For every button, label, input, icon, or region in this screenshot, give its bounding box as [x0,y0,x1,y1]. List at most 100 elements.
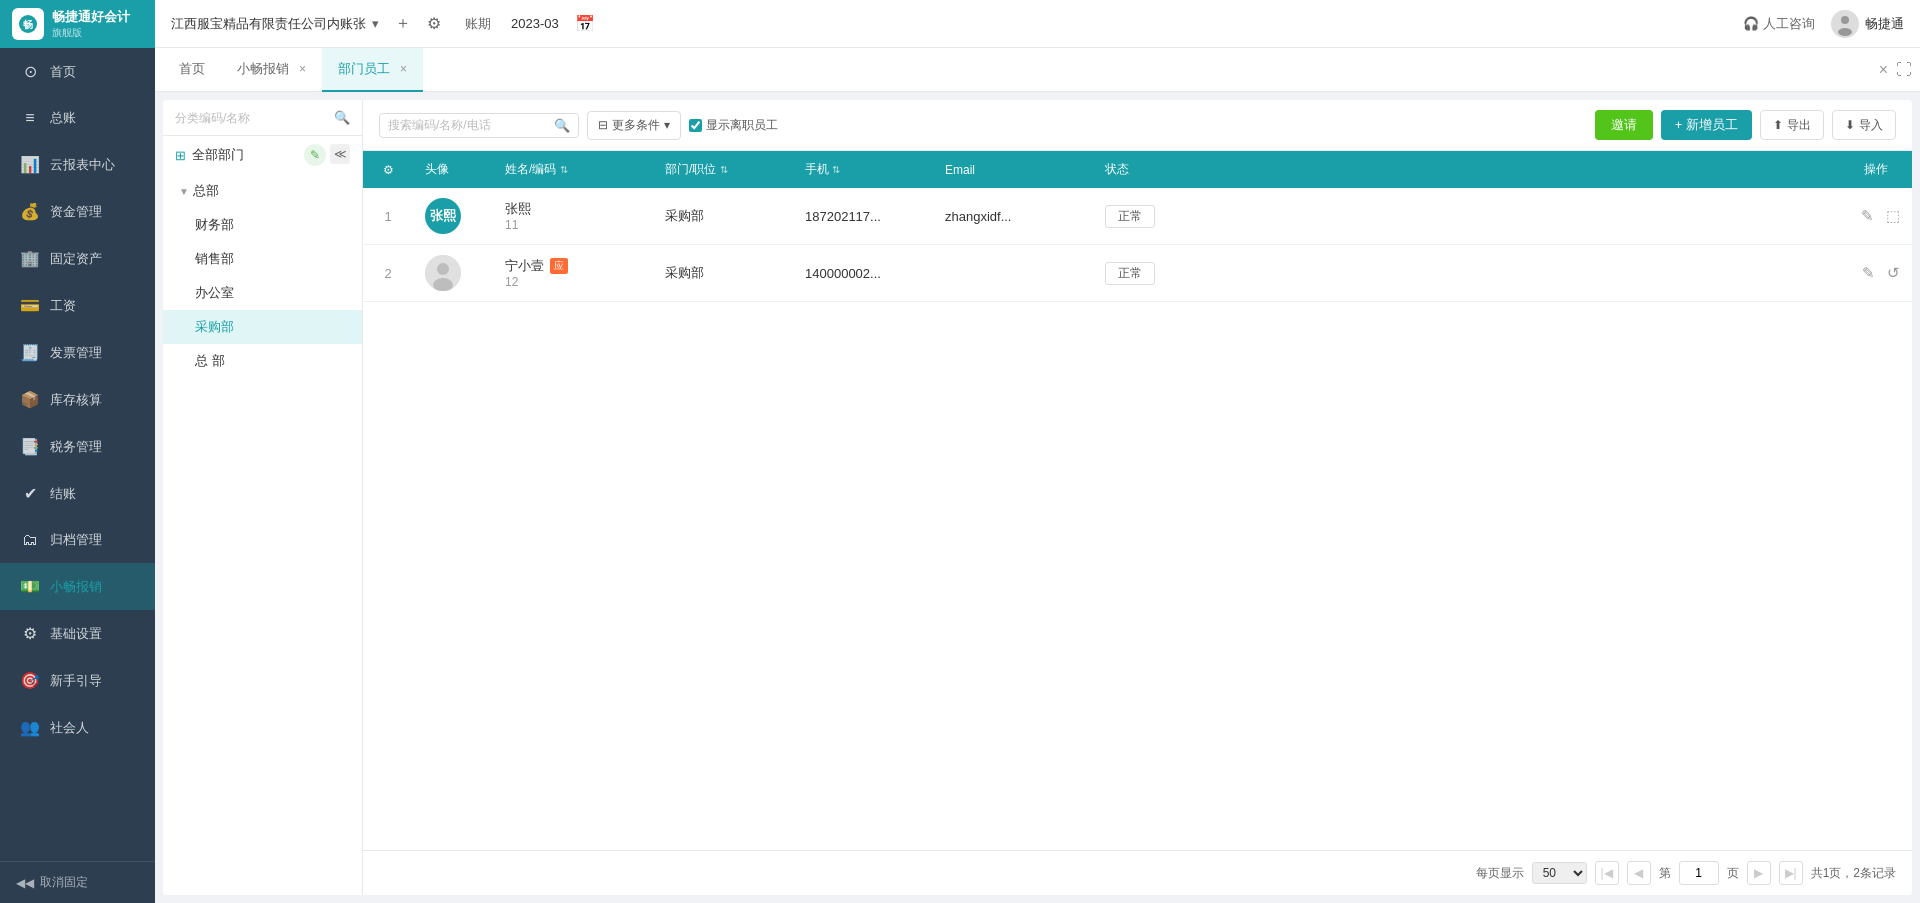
dept-finance[interactable]: 财务部 [163,208,362,242]
show-resigned-checkbox-label[interactable]: 显示离职员工 [689,117,778,134]
logout-icon-1[interactable]: ⬚ [1886,207,1900,225]
dept-search-input[interactable] [175,111,328,125]
right-panel: 🔍 ⊟ 更多条件 ▾ 显示离职员工 邀请 + 新增员工 [363,100,1912,895]
avatar-ningxiaoyi [425,255,461,291]
dept-sales[interactable]: 销售部 [163,242,362,276]
dept-hq[interactable]: ▼ 总部 [163,174,362,208]
show-resigned-label: 显示离职员工 [706,117,778,134]
sidebar-item-label: 固定资产 [50,250,102,268]
page-input[interactable] [1679,861,1719,885]
last-page-btn[interactable]: ▶| [1779,861,1803,885]
period-value: 2023-03 [511,16,559,31]
search-input[interactable] [388,118,548,132]
per-page-select[interactable]: 50 10 20 100 [1532,862,1587,884]
tab-dept-employee[interactable]: 部门员工 × [322,48,423,92]
settings-icon-btn[interactable]: ⚙ [427,14,441,33]
add-employee-button[interactable]: + 新增员工 [1661,110,1752,140]
toolbar-right: 邀请 + 新增员工 ⬆ 导出 ⬇ 导入 [1595,110,1896,140]
dept-collapse-btn[interactable]: ≪ [330,144,350,164]
th-name-code[interactable]: 姓名/编码 ⇅ [493,151,653,188]
dept-all-label: 全部部门 [192,146,244,164]
row2-avatar [413,245,493,302]
dept-add-icon[interactable]: ✎ [304,144,326,166]
tab-dept-close[interactable]: × [400,62,407,76]
dept-all-header[interactable]: ⊞ 全部部门 ✎ ≪ [163,136,362,174]
th-settings[interactable]: ⚙ [363,151,413,188]
sidebar-item-label: 归档管理 [50,531,102,549]
th-phone[interactable]: 手机 ⇅ [793,151,933,188]
sidebar-unpin[interactable]: ◀◀ 取消固定 [0,861,155,903]
row2-phone: 140000002... [793,245,933,302]
user-name: 畅捷通 [1865,15,1904,33]
edit-icon-1[interactable]: ✎ [1861,207,1874,225]
add-button[interactable]: ＋ [395,13,411,34]
tab-home[interactable]: 首页 [163,48,221,92]
per-page-label: 每页显示 [1476,865,1524,882]
sidebar-item-label: 社会人 [50,719,89,737]
refresh-icon-2[interactable]: ↺ [1887,264,1900,282]
sidebar-item-assets[interactable]: 🏢 固定资产 [0,235,155,282]
avatar-zhangxi: 张熙 [425,198,461,234]
guide-icon: 🎯 [20,671,40,690]
th-dept[interactable]: 部门/职位 ⇅ [653,151,793,188]
search-input-wrap: 🔍 [379,113,579,138]
employee-table: ⚙ 头像 姓名/编码 ⇅ 部门/职位 ⇅ [363,151,1912,302]
export-icon: ⬆ [1773,118,1783,132]
inventory-icon: 📦 [20,390,40,409]
import-button[interactable]: ⬇ 导入 [1832,110,1896,140]
sidebar-item-reports[interactable]: 📊 云报表中心 [0,141,155,188]
tab-fullscreen-btn[interactable]: ⛶ [1896,61,1912,79]
next-page-btn[interactable]: ▶ [1747,861,1771,885]
dept-office[interactable]: 办公室 [163,276,362,310]
right-header: 🎧 人工咨询 畅捷通 [1743,10,1904,38]
invite-button[interactable]: 邀请 [1595,110,1653,140]
period-label: 账期 [465,15,491,33]
tab-expense-close[interactable]: × [299,62,306,76]
table-header: ⚙ 头像 姓名/编码 ⇅ 部门/职位 ⇅ [363,151,1912,188]
service-label: 人工咨询 [1763,15,1815,33]
sidebar-item-label: 新手引导 [50,672,102,690]
tab-close-all-btn[interactable]: × [1879,61,1888,79]
sidebar-item-expense[interactable]: 💵 小畅报销 [0,563,155,610]
show-resigned-checkbox[interactable] [689,119,702,132]
dept-search-icon: 🔍 [334,110,350,125]
sidebar-item-label: 总账 [50,109,76,127]
total-label: 共1页，2条记录 [1811,865,1896,882]
page-unit: 页 [1727,865,1739,882]
search-icon: 🔍 [554,118,570,133]
sidebar-item-home[interactable]: ⊙ 首页 [0,48,155,95]
user-info[interactable]: 畅捷通 [1831,10,1904,38]
sidebar-item-invoice[interactable]: 🧾 发票管理 [0,329,155,376]
row2-dept: 采购部 [653,245,793,302]
sidebar-item-archive[interactable]: 🗂 归档管理 [0,517,155,563]
tab-expense[interactable]: 小畅报销 × [221,48,322,92]
sidebar-item-fund[interactable]: 💰 资金管理 [0,188,155,235]
sidebar-item-settings[interactable]: ⚙ 基础设置 [0,610,155,657]
company-selector[interactable]: 江西服宝精品有限责任公司内账张 ▾ [171,15,379,33]
tab-dept-label: 部门员工 [338,60,390,78]
dept-general[interactable]: 总 部 [163,344,362,378]
export-button[interactable]: ⬆ 导出 [1760,110,1824,140]
sidebar-item-partner[interactable]: 👥 社会人 [0,704,155,751]
edit-icon-2[interactable]: ✎ [1862,264,1875,282]
sidebar-item-payroll[interactable]: 💳 工资 [0,282,155,329]
prev-page-btn[interactable]: ◀ [1627,861,1651,885]
sidebar-item-inventory[interactable]: 📦 库存核算 [0,376,155,423]
row2-index: 2 [363,245,413,302]
status-badge-1: 正常 [1105,205,1155,228]
sidebar-item-label: 小畅报销 [50,578,102,596]
partner-icon: 👥 [20,718,40,737]
sidebar-item-guide[interactable]: 🎯 新手引导 [0,657,155,704]
sidebar-item-ledger[interactable]: ≡ 总账 [0,95,155,141]
dept-purchase[interactable]: 采购部 [163,310,362,344]
service-button[interactable]: 🎧 人工咨询 [1743,15,1815,33]
calendar-icon-btn[interactable]: 📅 [575,14,595,33]
logo-text-area: 畅捷通好会计 旗舰版 [52,8,130,40]
sidebar-item-settlement[interactable]: ✔ 结账 [0,470,155,517]
row2-status: 正常 [1093,245,1293,302]
sidebar-item-label: 税务管理 [50,438,102,456]
sidebar-item-tax[interactable]: 📑 税务管理 [0,423,155,470]
filter-button[interactable]: ⊟ 更多条件 ▾ [587,111,681,140]
first-page-btn[interactable]: |◀ [1595,861,1619,885]
row1-actions: ✎ ⬚ [1293,188,1912,245]
